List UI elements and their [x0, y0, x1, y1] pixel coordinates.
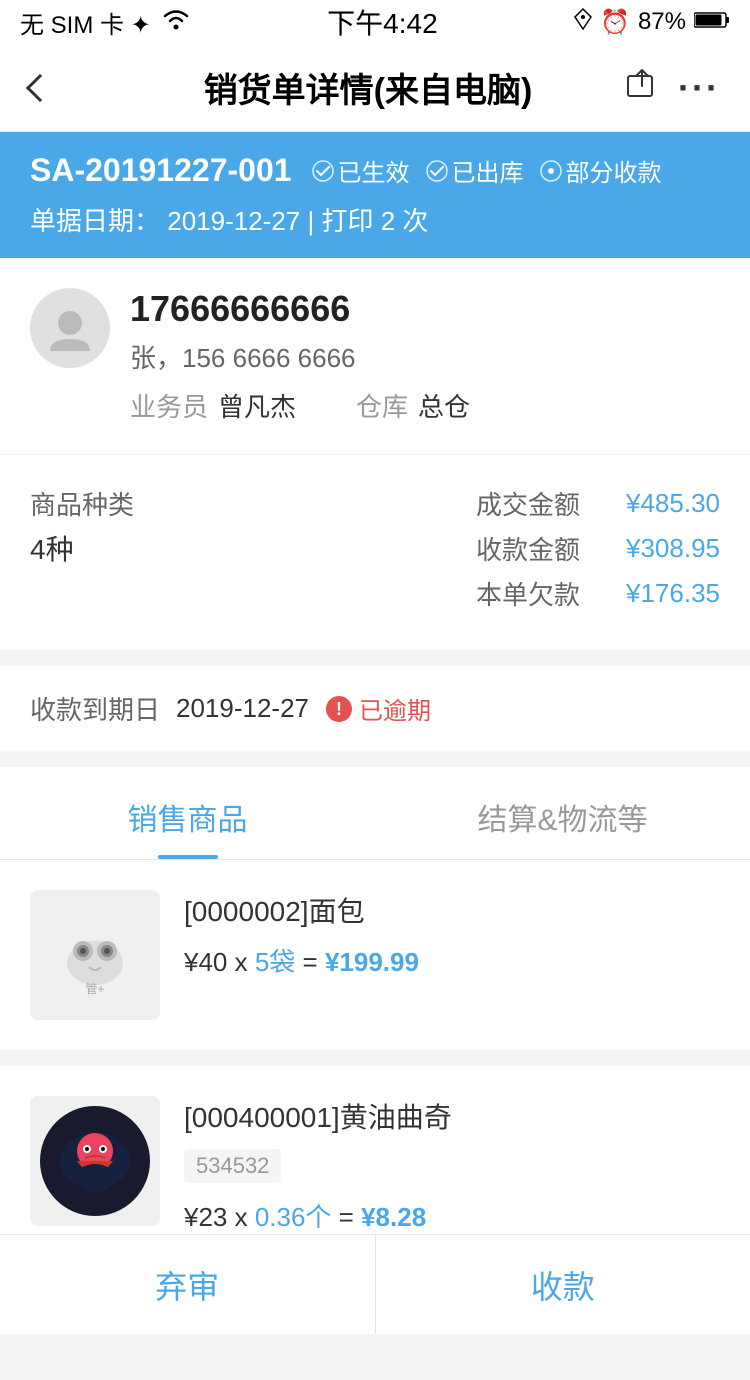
product-name-2: [000400001]黄油曲奇: [184, 1096, 720, 1136]
svg-text:管+: 管+: [85, 981, 104, 996]
location-icon: [574, 8, 592, 37]
print-suffix: 次: [402, 206, 428, 236]
customer-section: 17666666666 张，156 6666 6666 业务员 曾凡杰 仓库 总…: [0, 258, 750, 455]
product-price-1: ¥40 x 5袋 = ¥199.99: [184, 942, 720, 979]
order-header: SA-20191227-001 已生效 已出库 部分收款 单据日期： 2019-…: [0, 132, 750, 258]
chevron-left-icon: [26, 73, 54, 101]
date-label: 单据日期：: [30, 206, 160, 236]
collect-payment-button[interactable]: 收款: [376, 1235, 750, 1334]
product-info-2: [000400001]黄油曲奇 534532 ¥23 x 0.36个 = ¥8.…: [184, 1096, 720, 1234]
product-equals-2: =: [339, 1202, 361, 1232]
order-date-line: 单据日期： 2019-12-27 | 打印 2 次: [30, 201, 720, 238]
customer-avatar: [30, 288, 110, 368]
warehouse-label: 仓库: [356, 387, 408, 424]
debt-amount-value: ¥176.35: [600, 578, 720, 609]
product-qty-1: 5袋: [255, 947, 295, 977]
tab-sales-products[interactable]: 销售商品: [0, 767, 375, 859]
nav-bar: 销货单详情(来自电脑) ···: [0, 44, 750, 132]
print-count: 2: [381, 206, 395, 236]
due-date-section: 收款到期日 2019-12-27 ! 已逾期: [0, 666, 750, 767]
warehouse: 仓库 总仓: [356, 387, 470, 424]
product-equals-1: =: [303, 947, 325, 977]
order-date: 2019-12-27: [167, 206, 300, 236]
sales-value: 曾凡杰: [218, 387, 296, 424]
product-unit-price-1: ¥40 x: [184, 947, 255, 977]
product-image-1: 管+: [30, 890, 160, 1020]
back-button[interactable]: [30, 78, 110, 98]
stats-section: 商品种类 4种 成交金额 ¥485.30 收款金额 ¥308.95 本单欠款 ¥…: [0, 455, 750, 666]
due-label: 收款到期日: [30, 690, 160, 727]
transaction-amount-label: 成交金额: [476, 485, 580, 522]
warehouse-value: 总仓: [418, 387, 470, 424]
product-type-count: 4种: [30, 528, 134, 568]
received-amount-row: 收款金额 ¥308.95: [476, 530, 720, 567]
overdue-badge: ! 已逾期: [325, 691, 431, 726]
transaction-amount-value: ¥485.30: [600, 488, 720, 519]
product-list: 管+ [0000002]面包 ¥40 x 5袋 = ¥199.99: [0, 860, 750, 1264]
status-bar-left: 无 SIM 卡 ✦: [20, 5, 191, 40]
status-bar: 无 SIM 卡 ✦ 下午4:42 ⏰ 87%: [0, 0, 750, 44]
status-tags: 已生效 已出库 部分收款: [312, 153, 662, 188]
transaction-amount-row: 成交金额 ¥485.30: [476, 485, 720, 522]
share-icon[interactable]: [626, 68, 658, 108]
current-time: 下午4:42: [327, 2, 438, 42]
battery-icon: [694, 8, 730, 36]
product-name-1: [0000002]面包: [184, 890, 720, 930]
svg-text:!: !: [336, 699, 342, 719]
stats-left: 商品种类 4种: [30, 485, 134, 568]
stats-right: 成交金额 ¥485.30 收款金额 ¥308.95 本单欠款 ¥176.35: [476, 485, 720, 620]
status-shipped: 已出库: [426, 153, 524, 188]
overdue-text: 已逾期: [359, 691, 431, 726]
product-qty-2: 0.36个: [255, 1202, 332, 1232]
customer-meta: 业务员 曾凡杰 仓库 总仓: [130, 387, 720, 424]
battery-level: 87%: [638, 8, 686, 36]
debt-amount-label: 本单欠款: [476, 575, 580, 612]
product-image-2: [30, 1096, 160, 1226]
customer-info: 17666666666 张，156 6666 6666 业务员 曾凡杰 仓库 总…: [130, 288, 720, 424]
alarm-icon: ⏰: [600, 8, 630, 37]
more-icon[interactable]: ···: [678, 67, 720, 109]
order-number: SA-20191227-001: [30, 152, 292, 189]
due-date-value: 2019-12-27: [176, 693, 309, 724]
tabs-section: 销售商品 结算&物流等: [0, 767, 750, 860]
product-type-label: 商品种类: [30, 485, 134, 522]
tab-settlement-logistics[interactable]: 结算&物流等: [375, 767, 750, 859]
customer-name: 张，156 6666 6666: [130, 338, 720, 375]
bottom-bar: 弃审 收款: [0, 1234, 750, 1334]
page-title: 销货单详情(来自电脑): [110, 63, 626, 112]
print-label: | 打印: [307, 206, 373, 236]
cancel-review-label: 弃审: [155, 1262, 219, 1308]
product-price-2: ¥23 x 0.36个 = ¥8.28: [184, 1197, 720, 1234]
customer-phone: 17666666666: [130, 288, 720, 330]
product-info-1: [0000002]面包 ¥40 x 5袋 = ¥199.99: [184, 890, 720, 979]
product-item-1: 管+ [0000002]面包 ¥40 x 5袋 = ¥199.99: [0, 860, 750, 1050]
sales-label: 业务员: [130, 387, 208, 424]
status-partial-payment: 部分收款: [540, 153, 662, 188]
wifi-icon: [161, 8, 191, 37]
debt-amount-row: 本单欠款 ¥176.35: [476, 575, 720, 612]
product-unit-price-2: ¥23 x: [184, 1202, 255, 1232]
sim-status: 无 SIM 卡 ✦: [20, 5, 151, 40]
status-effective: 已生效: [312, 153, 410, 188]
product-sku-2: 534532: [184, 1149, 281, 1183]
product-total-2: ¥8.28: [361, 1202, 426, 1232]
product-total-1: ¥199.99: [325, 947, 419, 977]
status-bar-right: ⏰ 87%: [574, 8, 730, 37]
sales-person: 业务员 曾凡杰: [130, 387, 296, 424]
collect-payment-label: 收款: [531, 1262, 595, 1308]
received-amount-value: ¥308.95: [600, 533, 720, 564]
cancel-review-button[interactable]: 弃审: [0, 1235, 376, 1334]
nav-right-icons: ···: [626, 67, 720, 109]
order-header-top: SA-20191227-001 已生效 已出库 部分收款: [30, 152, 720, 189]
received-amount-label: 收款金额: [476, 530, 580, 567]
